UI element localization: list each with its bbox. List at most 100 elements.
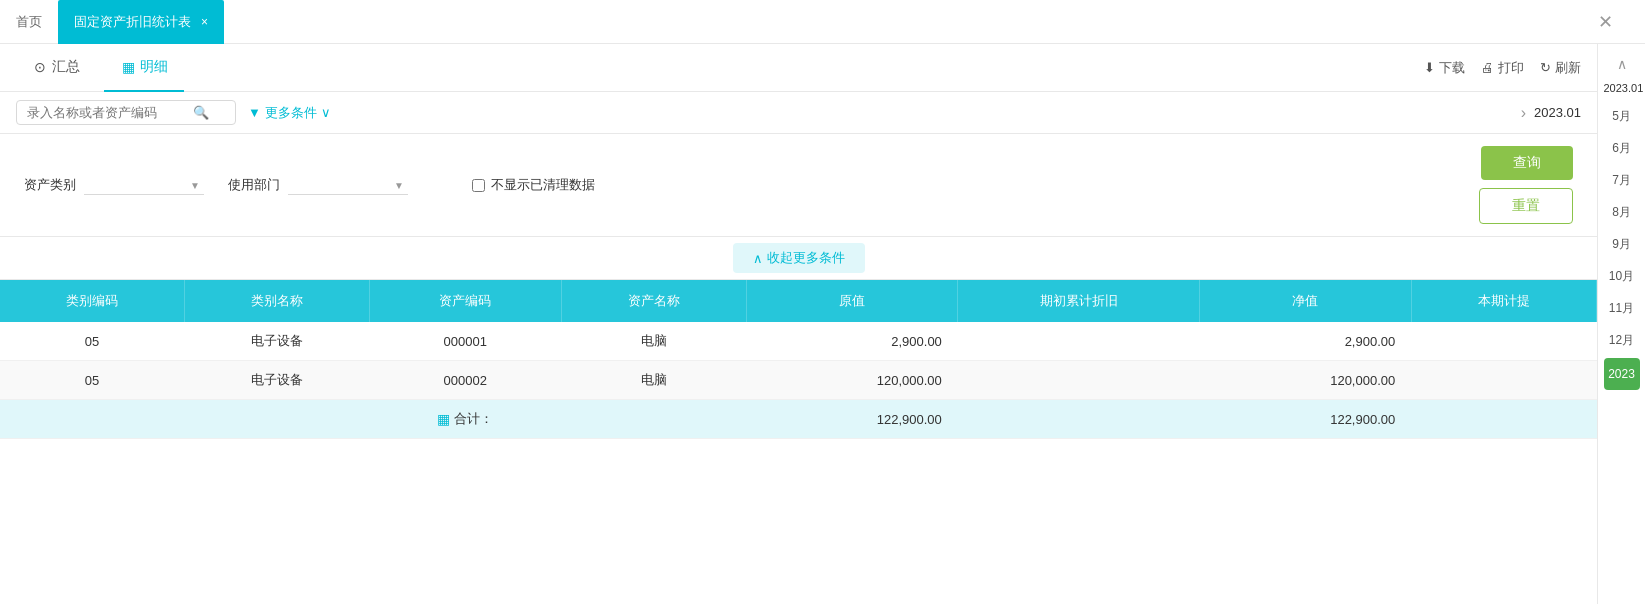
month-list: 5月6月7月8月9月10月11月12月 <box>1604 100 1640 356</box>
refresh-button[interactable]: ↻ 刷新 <box>1540 59 1581 77</box>
tab-summary-label: 汇总 <box>52 58 80 76</box>
download-button[interactable]: ⬇ 下载 <box>1424 59 1465 77</box>
detail-icon: ▦ <box>120 59 136 75</box>
cell-original-value: 2,900.00 <box>746 322 958 361</box>
department-select[interactable] <box>288 175 408 195</box>
print-label: 打印 <box>1498 59 1524 77</box>
data-table: 类别编码 类别名称 资产编码 资产名称 原值 期初累计折旧 净值 本期计提 05… <box>0 280 1597 439</box>
filter-icon: ▼ <box>248 105 261 120</box>
total-net-value: 122,900.00 <box>1200 400 1412 439</box>
asset-type-label: 资产类别 <box>24 176 76 194</box>
col-header-category-name: 类别名称 <box>184 280 369 322</box>
toolbar-row: ⊙ 汇总 ▦ 明细 ⬇ 下载 🖨 打印 <box>0 44 1597 92</box>
right-sidebar-month-item[interactable]: 7月 <box>1604 164 1640 196</box>
total-accumulated-depreciation <box>958 400 1200 439</box>
reset-button[interactable]: 重置 <box>1479 188 1573 224</box>
total-icon: ▦ <box>437 411 450 427</box>
cell-net-value: 2,900.00 <box>1200 322 1412 361</box>
tab-summary[interactable]: ⊙ 汇总 <box>16 44 96 92</box>
cell-accumulated-depreciation <box>958 361 1200 400</box>
col-header-net-value: 净值 <box>1200 280 1412 322</box>
window-close-button[interactable]: ✕ <box>1582 11 1629 33</box>
cell-original-value: 120,000.00 <box>746 361 958 400</box>
right-sidebar-year-active[interactable]: 2023 <box>1604 358 1640 390</box>
cell-net-value: 120,000.00 <box>1200 361 1412 400</box>
no-cleared-checkbox[interactable] <box>472 179 485 192</box>
cell-asset-name: 电脑 <box>561 361 746 400</box>
print-button[interactable]: 🖨 打印 <box>1481 59 1524 77</box>
total-label-text: 合计： <box>454 410 493 428</box>
cell-category-name: 电子设备 <box>184 322 369 361</box>
cell-current-depreciation <box>1411 322 1596 361</box>
data-table-container: 类别编码 类别名称 资产编码 资产名称 原值 期初累计折旧 净值 本期计提 05… <box>0 280 1597 604</box>
right-sidebar-month-item[interactable]: 8月 <box>1604 196 1640 228</box>
filter-panel: 资产类别 ▼ 使用部门 <box>0 134 1597 237</box>
collapse-button[interactable]: ∧ 收起更多条件 <box>733 243 865 273</box>
right-sidebar: ∧ 2023.01 5月6月7月8月9月10月11月12月 2023 <box>1597 44 1645 604</box>
total-current-depreciation <box>1411 400 1596 439</box>
total-empty-2 <box>184 400 369 439</box>
table-body: 05 电子设备 000001 电脑 2,900.00 2,900.00 05 电… <box>0 322 1597 439</box>
asset-type-select[interactable] <box>84 175 204 195</box>
search-icon: 🔍 <box>193 105 209 120</box>
col-header-current-depreciation: 本期计提 <box>1411 280 1596 322</box>
no-cleared-group: 不显示已清理数据 <box>472 176 595 194</box>
col-header-accumulated-depreciation: 期初累计折旧 <box>958 280 1200 322</box>
right-sidebar-month-item[interactable]: 5月 <box>1604 100 1640 132</box>
right-sidebar-month-item[interactable]: 12月 <box>1604 324 1640 356</box>
table-header-row: 类别编码 类别名称 资产编码 资产名称 原值 期初累计折旧 净值 本期计提 <box>0 280 1597 322</box>
total-label-cell: ▦ 合计： <box>369 400 561 439</box>
cell-accumulated-depreciation <box>958 322 1200 361</box>
department-filter: 使用部门 ▼ <box>228 175 408 195</box>
nav-tab-fixed-assets[interactable]: 固定资产折旧统计表 × <box>58 0 224 44</box>
nav-tab-close-icon[interactable]: × <box>201 15 208 29</box>
cell-asset-code: 000002 <box>369 361 561 400</box>
collapse-icon: ∧ <box>753 251 763 266</box>
date-display: 2023.01 <box>1534 105 1581 120</box>
right-sidebar-month-item[interactable]: 11月 <box>1604 292 1640 324</box>
total-original-value: 122,900.00 <box>746 400 958 439</box>
chevron-right-icon[interactable]: › <box>1521 104 1526 122</box>
cell-current-depreciation <box>1411 361 1596 400</box>
col-header-category-code: 类别编码 <box>0 280 184 322</box>
col-header-original-value: 原值 <box>746 280 958 322</box>
refresh-icon: ↻ <box>1540 60 1551 75</box>
filter-more-label: 更多条件 <box>265 104 317 122</box>
search-input[interactable] <box>27 105 187 120</box>
right-sidebar-month-item[interactable]: 6月 <box>1604 132 1640 164</box>
right-sidebar-date-header: 2023.01 <box>1604 78 1640 98</box>
total-empty-1 <box>0 400 184 439</box>
department-label: 使用部门 <box>228 176 280 194</box>
refresh-label: 刷新 <box>1555 59 1581 77</box>
search-row: 🔍 ▼ 更多条件 ∨ › 2023.01 <box>0 92 1597 134</box>
nav-tab-label: 固定资产折旧统计表 <box>74 13 191 31</box>
total-empty-3 <box>561 400 746 439</box>
download-label: 下载 <box>1439 59 1465 77</box>
collapse-label: 收起更多条件 <box>767 249 845 267</box>
right-sidebar-month-item[interactable]: 10月 <box>1604 260 1640 292</box>
nav-home[interactable]: 首页 <box>16 13 58 31</box>
col-header-asset-name: 资产名称 <box>561 280 746 322</box>
table-total-row: ▦ 合计： 122,900.00 122,900.00 <box>0 400 1597 439</box>
top-nav: 首页 固定资产折旧统计表 × ✕ <box>0 0 1645 44</box>
tab-detail[interactable]: ▦ 明细 <box>104 44 184 92</box>
right-sidebar-chevron-up-icon[interactable]: ∧ <box>1613 52 1631 76</box>
tab-detail-label: 明细 <box>140 58 168 76</box>
cell-asset-code: 000001 <box>369 322 561 361</box>
right-sidebar-month-item[interactable]: 9月 <box>1604 228 1640 260</box>
summary-icon: ⊙ <box>32 59 48 75</box>
cell-asset-name: 电脑 <box>561 322 746 361</box>
toolbar-actions: ⬇ 下载 🖨 打印 ↻ 刷新 <box>1424 59 1581 77</box>
filter-chevron-icon: ∨ <box>321 105 331 120</box>
no-cleared-label: 不显示已清理数据 <box>491 176 595 194</box>
query-button[interactable]: 查询 <box>1481 146 1573 180</box>
col-header-asset-code: 资产编码 <box>369 280 561 322</box>
download-icon: ⬇ <box>1424 60 1435 75</box>
cell-category-code: 05 <box>0 361 184 400</box>
cell-category-code: 05 <box>0 322 184 361</box>
print-icon: 🖨 <box>1481 60 1494 75</box>
filter-more-button[interactable]: ▼ 更多条件 ∨ <box>248 104 331 122</box>
asset-type-filter: 资产类别 ▼ <box>24 175 204 195</box>
collapse-bar: ∧ 收起更多条件 <box>0 237 1597 280</box>
search-input-wrap: 🔍 <box>16 100 236 125</box>
